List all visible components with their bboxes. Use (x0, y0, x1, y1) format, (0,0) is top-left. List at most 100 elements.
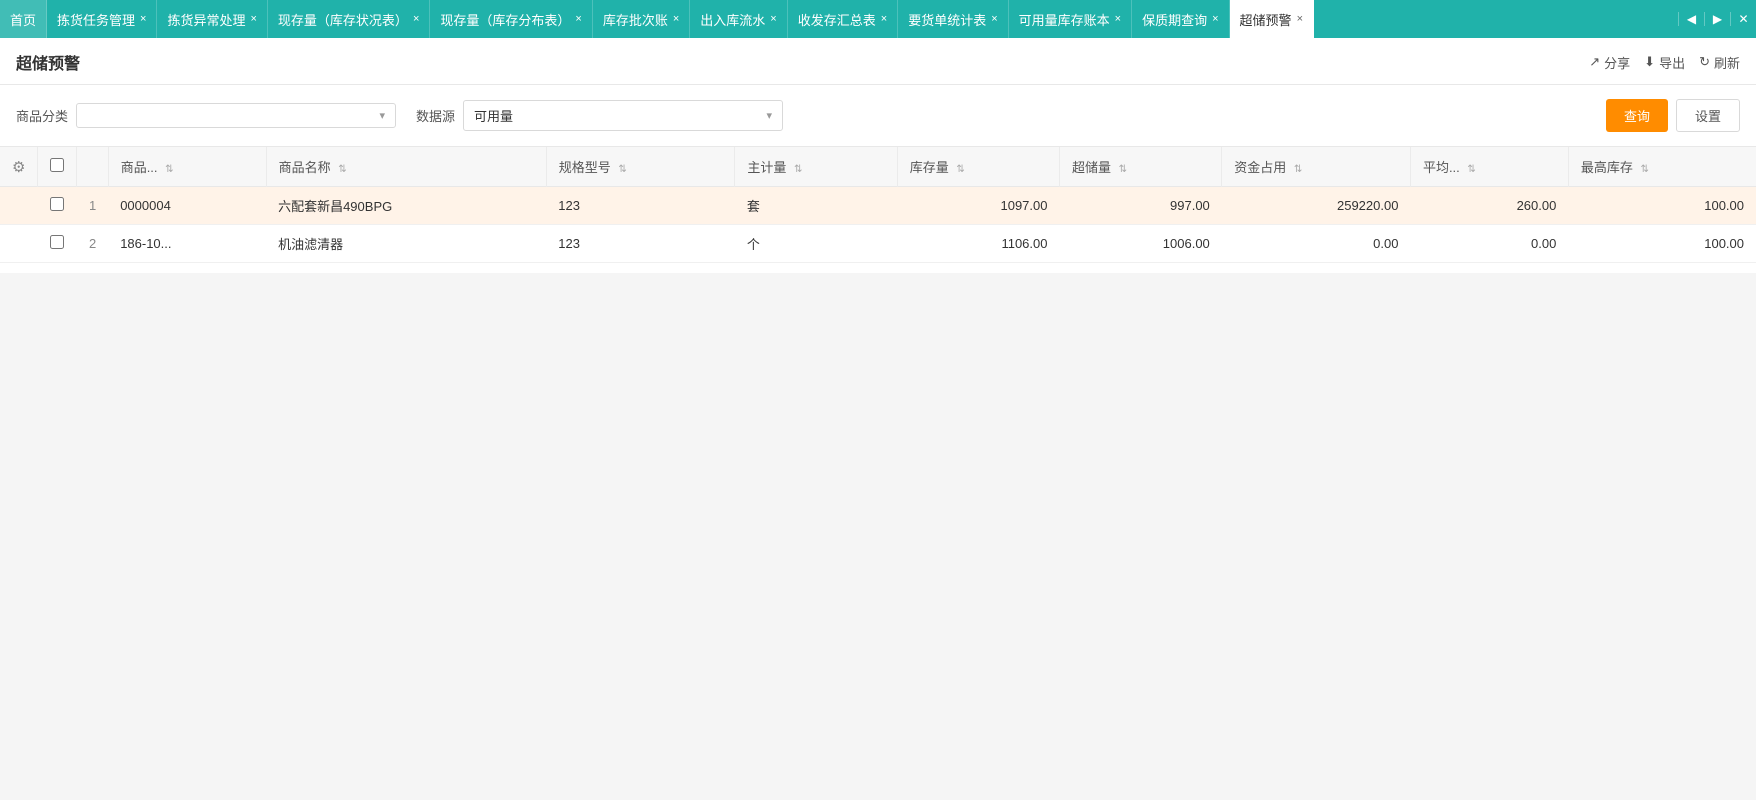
datasource-value: 可用量 (474, 106, 513, 125)
row-maxstock-0: 100.00 (1568, 187, 1756, 225)
row-unit-1: 个 (735, 225, 897, 263)
datasource-arrow-icon: ▾ (767, 109, 773, 122)
row-over-1: 1006.00 (1059, 225, 1221, 263)
th-over[interactable]: 超储量 ⇅ (1059, 147, 1221, 187)
row-checkbox-1[interactable] (50, 235, 64, 249)
export-button[interactable]: ⬇ 导出 (1644, 53, 1685, 72)
category-filter: 商品分类 ▾ (16, 103, 396, 128)
nav-controls: ◀ ▶ ✕ (1678, 12, 1756, 26)
nav-order-stat[interactable]: 要货单统计表 × (898, 0, 1008, 38)
row-checkbox-cell[interactable] (38, 187, 77, 225)
nav-pick-task[interactable]: 拣货任务管理 × (47, 0, 157, 38)
sort-maxstock-icon: ⇅ (1640, 164, 1648, 175)
row-stock-1: 1106.00 (897, 225, 1059, 263)
row-num-1: 2 (77, 225, 108, 263)
close-quality-check[interactable]: × (1212, 13, 1218, 25)
nav-summary[interactable]: 收发存汇总表 × (788, 0, 898, 38)
th-checkbox (38, 147, 77, 187)
row-capital-0: 259220.00 (1222, 187, 1411, 225)
top-nav: 首页 拣货任务管理 × 拣货异常处理 × 现存量（库存状况表） × 现存量（库存… (0, 0, 1756, 38)
close-pick-exception[interactable]: × (250, 13, 256, 25)
table-area: ⚙ 商品... ⇅ 商品名称 ⇅ 规格型号 ⇅ (0, 147, 1756, 273)
sort-name-icon: ⇅ (338, 164, 346, 175)
th-name[interactable]: 商品名称 ⇅ (266, 147, 546, 187)
nav-prev-arrow[interactable]: ◀ (1678, 12, 1704, 26)
nav-pick-exception[interactable]: 拣货异常处理 × (157, 0, 267, 38)
th-gear[interactable]: ⚙ (0, 147, 38, 187)
close-overstock-warning[interactable]: × (1297, 13, 1303, 25)
export-icon: ⬇ (1644, 54, 1655, 70)
category-select[interactable]: ▾ (76, 103, 396, 128)
query-button[interactable]: 查询 (1606, 99, 1668, 132)
th-rownum (77, 147, 108, 187)
nav-quality-check[interactable]: 保质期查询 × (1132, 0, 1229, 38)
page-header: 超储预警 ↗ 分享 ⬇ 导出 ↻ 刷新 (0, 38, 1756, 85)
close-order-stat[interactable]: × (991, 13, 997, 25)
th-maxstock[interactable]: 最高库存 ⇅ (1568, 147, 1756, 187)
row-avg-0: 260.00 (1410, 187, 1568, 225)
sort-avg-icon: ⇅ (1467, 164, 1475, 175)
table-row: 2 186-10... 机油滤清器 123 个 1106.00 1006.00 … (0, 225, 1756, 263)
close-stock-dist[interactable]: × (575, 13, 581, 25)
nav-close-arrow[interactable]: ✕ (1730, 12, 1756, 26)
share-button[interactable]: ↗ 分享 (1589, 53, 1630, 72)
table-body: 1 0000004 六配套新昌490BPG 123 套 1097.00 997.… (0, 187, 1756, 263)
datasource-label: 数据源 (416, 106, 455, 125)
refresh-icon: ↻ (1699, 54, 1710, 70)
row-spec-1: 123 (546, 225, 735, 263)
page-title: 超储预警 (16, 50, 80, 74)
table-row: 1 0000004 六配套新昌490BPG 123 套 1097.00 997.… (0, 187, 1756, 225)
th-unit[interactable]: 主计量 ⇅ (735, 147, 897, 187)
th-capital[interactable]: 资金占用 ⇅ (1222, 147, 1411, 187)
row-gear-cell (0, 225, 38, 263)
category-arrow-icon: ▾ (379, 109, 385, 122)
close-pick-task[interactable]: × (140, 13, 146, 25)
nav-home[interactable]: 首页 (0, 0, 47, 38)
row-avg-1: 0.00 (1410, 225, 1568, 263)
sort-code-icon: ⇅ (165, 164, 173, 175)
row-name-1: 机油滤清器 (266, 225, 546, 263)
row-gear-cell (0, 187, 38, 225)
row-capital-1: 0.00 (1222, 225, 1411, 263)
refresh-button[interactable]: ↻ 刷新 (1699, 53, 1740, 72)
nav-batch-account[interactable]: 库存批次账 × (593, 0, 690, 38)
header-actions: ↗ 分享 ⬇ 导出 ↻ 刷新 (1589, 53, 1740, 72)
sort-stock-icon: ⇅ (956, 164, 964, 175)
nav-stock-dist[interactable]: 现存量（库存分布表） × (430, 0, 592, 38)
datasource-filter: 数据源 可用量 ▾ (416, 100, 783, 131)
close-available-stock[interactable]: × (1115, 13, 1121, 25)
th-spec[interactable]: 规格型号 ⇅ (546, 147, 735, 187)
nav-stock-status[interactable]: 现存量（库存状况表） × (268, 0, 430, 38)
th-avg[interactable]: 平均... ⇅ (1410, 147, 1568, 187)
row-spec-0: 123 (546, 187, 735, 225)
select-all-checkbox[interactable] (50, 158, 64, 172)
row-checkbox-cell[interactable] (38, 225, 77, 263)
row-name-0: 六配套新昌490BPG (266, 187, 546, 225)
row-unit-0: 套 (735, 187, 897, 225)
row-maxstock-1: 100.00 (1568, 225, 1756, 263)
nav-available-stock[interactable]: 可用量库存账本 × (1009, 0, 1132, 38)
row-over-0: 997.00 (1059, 187, 1221, 225)
sort-spec-icon: ⇅ (618, 164, 626, 175)
settings-button[interactable]: 设置 (1676, 99, 1740, 132)
close-inout-flow[interactable]: × (770, 13, 776, 25)
share-icon: ↗ (1589, 54, 1600, 70)
row-checkbox-0[interactable] (50, 197, 64, 211)
sort-unit-icon: ⇅ (794, 164, 802, 175)
nav-inout-flow[interactable]: 出入库流水 × (690, 0, 787, 38)
th-stock[interactable]: 库存量 ⇅ (897, 147, 1059, 187)
row-code-0: 0000004 (108, 187, 266, 225)
row-num-0: 1 (77, 187, 108, 225)
close-summary[interactable]: × (881, 13, 887, 25)
close-batch-account[interactable]: × (673, 13, 679, 25)
filter-area: 商品分类 ▾ 数据源 可用量 ▾ 查询 设置 (0, 85, 1756, 147)
nav-overstock-warning[interactable]: 超储预警 × (1230, 0, 1314, 38)
gear-icon[interactable]: ⚙ (12, 159, 25, 176)
th-code[interactable]: 商品... ⇅ (108, 147, 266, 187)
filter-buttons: 查询 设置 (1606, 99, 1740, 132)
sort-capital-icon: ⇅ (1294, 164, 1302, 175)
datasource-select[interactable]: 可用量 ▾ (463, 100, 783, 131)
close-stock-status[interactable]: × (413, 13, 419, 25)
sort-over-icon: ⇅ (1119, 164, 1127, 175)
nav-next-arrow[interactable]: ▶ (1704, 12, 1730, 26)
